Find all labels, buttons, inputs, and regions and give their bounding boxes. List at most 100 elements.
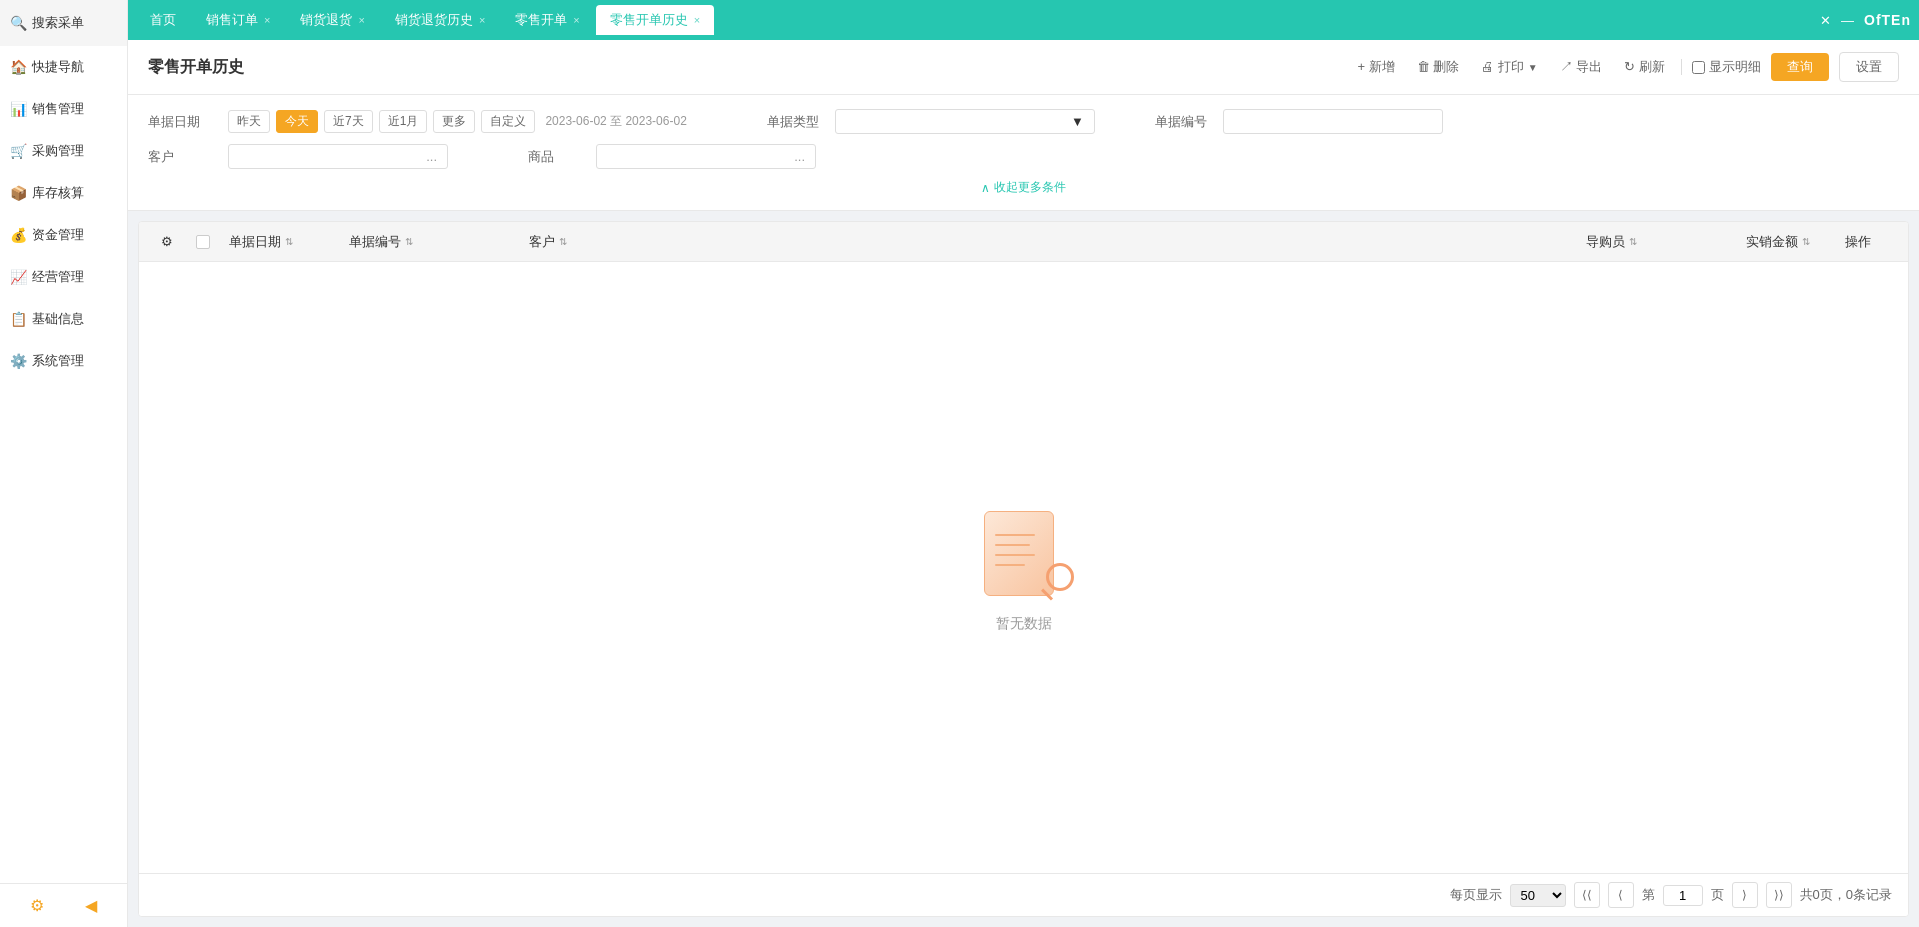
per-page-label: 每页显示	[1450, 886, 1502, 904]
query-button[interactable]: 查询	[1771, 53, 1829, 81]
date-btn-more[interactable]: 更多	[433, 110, 475, 133]
sidebar-item-operations[interactable]: 📈 经营管理	[0, 256, 127, 298]
date-btn-1month[interactable]: 近1月	[379, 110, 428, 133]
customer-label: 客户	[148, 148, 208, 166]
tab-retail-open-close[interactable]: ×	[573, 14, 579, 26]
col-customer-sort-icon[interactable]: ⇅	[559, 236, 567, 247]
col-guide-label: 导购员	[1586, 233, 1625, 251]
display-toggle-container[interactable]: 显示明细	[1692, 58, 1761, 76]
settings-bottom-icon[interactable]: ⚙	[30, 896, 44, 915]
col-amount[interactable]: 实销金额 ⇅	[1698, 233, 1818, 251]
tab-retail-history[interactable]: 零售开单历史 ×	[596, 5, 714, 35]
tab-sales-order[interactable]: 销售订单 ×	[192, 5, 284, 35]
sidebar-item-basic-info[interactable]: 📋 基础信息	[0, 298, 127, 340]
col-num-sort-icon[interactable]: ⇅	[405, 236, 413, 247]
sidebar-item-purchase-mgmt[interactable]: 🛒 采购管理	[0, 130, 127, 172]
customer-dots-icon[interactable]: ...	[426, 149, 437, 164]
export-label: ↗ 导出	[1560, 58, 1603, 76]
tab-sales-return-history[interactable]: 销货退货历史 ×	[381, 5, 499, 35]
next-page-btn[interactable]: ⟩	[1732, 882, 1758, 908]
col-guide-sort-icon[interactable]: ⇅	[1629, 236, 1637, 247]
tab-home[interactable]: 首页	[136, 5, 190, 35]
col-settings[interactable]: ⚙	[149, 234, 185, 249]
tab-sales-return[interactable]: 销货退货 ×	[286, 5, 378, 35]
col-num[interactable]: 单据编号 ⇅	[341, 233, 521, 251]
sidebar-item-sys-mgmt[interactable]: ⚙️ 系统管理	[0, 340, 127, 382]
mag-handle	[1041, 588, 1053, 600]
toolbar: + 新增 🗑 删除 🖨 打印 ▼ ↗ 导出 ↻ 刷新 显示明细 查询	[1351, 52, 1899, 82]
mag-circle	[1046, 563, 1074, 591]
sidebar-bottom: ⚙ ◀	[0, 883, 127, 927]
sidebar-item-label: 库存核算	[32, 184, 84, 202]
customer-selector[interactable]: ...	[228, 144, 448, 169]
first-page-btn[interactable]: ⟨⟨	[1574, 882, 1600, 908]
delete-button[interactable]: 🗑 删除	[1411, 54, 1466, 80]
doc-num-input[interactable]	[1223, 109, 1443, 134]
col-customer-label: 客户	[529, 233, 555, 251]
add-button[interactable]: + 新增	[1351, 54, 1400, 80]
sidebar-item-quick-nav[interactable]: 🏠 快捷导航	[0, 46, 127, 88]
tab-sales-return-label: 销货退货	[300, 11, 352, 29]
per-page-select[interactable]: 50 20 100	[1510, 884, 1566, 907]
page-label: 第	[1642, 886, 1655, 904]
col-amount-label: 实销金额	[1746, 233, 1798, 251]
settings-button[interactable]: 设置	[1839, 52, 1899, 82]
collapse-row[interactable]: ∧ 收起更多条件	[148, 179, 1899, 196]
ops-icon: 📈	[10, 269, 26, 285]
date-btn-today[interactable]: 今天	[276, 110, 318, 133]
sidebar-item-finance[interactable]: 💰 资金管理	[0, 214, 127, 256]
window-close-icon[interactable]: ✕	[1820, 13, 1831, 28]
add-label: + 新增	[1357, 58, 1394, 76]
sidebar: 🔍 搜索采单 🏠 快捷导航 📊 销售管理 🛒 采购管理 📦 库存核算 💰 资金管…	[0, 0, 128, 927]
tab-retail-open[interactable]: 零售开单 ×	[501, 5, 593, 35]
settings-col-icon[interactable]: ⚙	[161, 234, 173, 249]
home-icon: 🏠	[10, 59, 26, 75]
money-icon: 💰	[10, 227, 26, 243]
doc-num-label: 单据编号	[1155, 113, 1215, 131]
last-page-btn[interactable]: ⟩⟩	[1766, 882, 1792, 908]
tab-sales-order-close[interactable]: ×	[264, 14, 270, 26]
sidebar-search[interactable]: 🔍 搜索采单	[0, 0, 127, 46]
goods-selector[interactable]: ...	[596, 144, 816, 169]
collapse-sidebar-icon[interactable]: ◀	[85, 896, 97, 915]
tab-sales-return-history-label: 销货退货历史	[395, 11, 473, 29]
tab-retail-history-close[interactable]: ×	[694, 14, 700, 26]
doc-type-select[interactable]: ▼	[835, 109, 1095, 134]
tab-sales-return-close[interactable]: ×	[358, 14, 364, 26]
tab-sales-return-history-close[interactable]: ×	[479, 14, 485, 26]
col-date[interactable]: 单据日期 ⇅	[221, 233, 341, 251]
content-header: 零售开单历史 + 新增 🗑 删除 🖨 打印 ▼ ↗ 导出 ↻ 刷新 显示明细	[128, 40, 1919, 95]
settings-label: 设置	[1856, 58, 1882, 76]
date-btn-custom[interactable]: 自定义	[481, 110, 535, 133]
filter-row-customer: 客户 ... 商品 ...	[148, 144, 1899, 169]
doc-line-1	[995, 534, 1035, 536]
print-button[interactable]: 🖨 打印 ▼	[1475, 54, 1544, 80]
date-btn-yesterday[interactable]: 昨天	[228, 110, 270, 133]
info-icon: 📋	[10, 311, 26, 327]
sidebar-item-inventory[interactable]: 📦 库存核算	[0, 172, 127, 214]
display-toggle-checkbox[interactable]	[1692, 61, 1705, 74]
prev-page-btn[interactable]: ⟨	[1608, 882, 1634, 908]
date-range-text: 2023-06-02 至 2023-06-02	[545, 113, 686, 130]
refresh-button[interactable]: ↻ 刷新	[1618, 54, 1671, 80]
page-number-input[interactable]	[1663, 885, 1703, 906]
print-chevron-icon[interactable]: ▼	[1528, 62, 1538, 73]
window-minimize-icon[interactable]: —	[1841, 13, 1854, 28]
doc-line-4	[995, 564, 1025, 566]
date-btn-7days[interactable]: 近7天	[324, 110, 373, 133]
header-checkbox[interactable]	[196, 235, 210, 249]
sidebar-item-label: 资金管理	[32, 226, 84, 244]
col-amount-sort-icon[interactable]: ⇅	[1802, 236, 1810, 247]
goods-dots-icon[interactable]: ...	[794, 149, 805, 164]
col-date-sort-icon[interactable]: ⇅	[285, 236, 293, 247]
col-customer[interactable]: 客户 ⇅	[521, 233, 1578, 251]
sidebar-item-label: 基础信息	[32, 310, 84, 328]
doc-line-2	[995, 544, 1030, 546]
export-button[interactable]: ↗ 导出	[1554, 54, 1609, 80]
col-checkbox	[185, 235, 221, 249]
sidebar-item-sales-mgmt[interactable]: 📊 销售管理	[0, 88, 127, 130]
table-body: 暂无数据	[139, 262, 1908, 873]
sidebar-item-label: 快捷导航	[32, 58, 84, 76]
empty-illustration	[974, 503, 1074, 603]
col-guide[interactable]: 导购员 ⇅	[1578, 233, 1698, 251]
